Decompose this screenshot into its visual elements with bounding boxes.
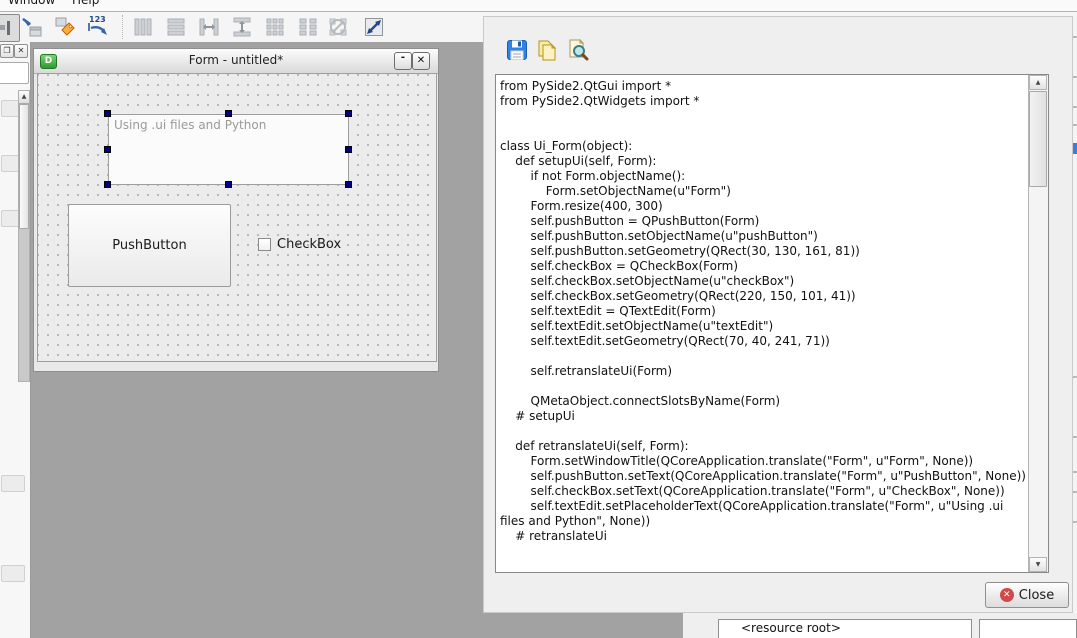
buddy-tag-icon bbox=[53, 15, 77, 39]
menu-help[interactable]: Help bbox=[72, 0, 99, 7]
property-editor-sliver bbox=[1073, 16, 1077, 613]
adjust-size-icon bbox=[362, 15, 386, 39]
code-text[interactable]: from PySide2.QtGui import * from PySide2… bbox=[496, 75, 1029, 572]
checkbox-label: CheckBox bbox=[277, 237, 341, 252]
form-textedit-widget[interactable]: Using .ui files and Python bbox=[108, 114, 349, 185]
find-icon bbox=[566, 38, 590, 62]
close-circle-icon: ✕ bbox=[1000, 588, 1014, 602]
pushbutton-label: PushButton bbox=[112, 238, 186, 253]
code-scroll-thumb[interactable] bbox=[1029, 91, 1047, 187]
edit-buddies-button[interactable] bbox=[52, 14, 78, 40]
find-in-code-button[interactable] bbox=[565, 37, 591, 63]
signals-slots-icon bbox=[19, 15, 43, 39]
code-scroll-up-icon[interactable]: ▲ bbox=[1029, 75, 1047, 90]
form-editor-window: D Form - untitled* - ✕ Using .ui files a… bbox=[33, 48, 439, 372]
toolbar-separator bbox=[122, 15, 124, 39]
edit-tab-order-button[interactable]: 123 bbox=[86, 14, 112, 40]
form-close-button[interactable]: ✕ bbox=[412, 52, 430, 70]
edit-widgets-button[interactable] bbox=[0, 14, 20, 42]
menu-bar: Window Help bbox=[0, 0, 1077, 12]
scroll-up-icon[interactable]: ▲ bbox=[19, 91, 29, 104]
save-icon bbox=[506, 39, 528, 61]
close-dialog-button[interactable]: ✕ Close bbox=[985, 582, 1069, 608]
qt-designer-screen: Window Help bbox=[0, 0, 1077, 638]
layout-horizontal-button[interactable] bbox=[130, 14, 156, 40]
layout-form-icon bbox=[296, 15, 320, 39]
edit-widgets-icon bbox=[0, 19, 15, 37]
selection-handle-top-left[interactable] bbox=[104, 110, 111, 117]
resource-root-item[interactable]: <resource root> bbox=[718, 619, 972, 638]
dock-float-button[interactable]: ❐ bbox=[0, 44, 14, 58]
layout-form-button[interactable] bbox=[295, 14, 321, 40]
resource-side-pane[interactable] bbox=[979, 619, 1077, 638]
dock-close-button[interactable]: ✕ bbox=[14, 44, 28, 58]
widget-box-panel: ❐ ✕ ▲ bbox=[0, 42, 31, 638]
layout-split-vertical-icon bbox=[230, 15, 254, 39]
selection-handle-bottom-right[interactable] bbox=[345, 181, 352, 188]
layout-split-horizontal-button[interactable] bbox=[196, 14, 222, 40]
layout-split-horizontal-icon bbox=[197, 15, 221, 39]
save-code-button[interactable] bbox=[504, 37, 530, 63]
selection-handle-top-center[interactable] bbox=[225, 110, 232, 117]
tab-order-icon: 123 bbox=[87, 15, 111, 39]
menu-window[interactable]: Window bbox=[8, 0, 55, 7]
layout-vertical-button[interactable] bbox=[163, 14, 189, 40]
widget-box-scroll-thumb[interactable] bbox=[19, 104, 29, 229]
resource-browser-panel: <resource root> bbox=[683, 613, 1077, 638]
selection-handle-mid-right[interactable] bbox=[345, 146, 352, 153]
form-pushbutton-widget[interactable]: PushButton bbox=[68, 204, 231, 287]
checkbox-indicator[interactable] bbox=[258, 238, 271, 251]
form-checkbox-widget[interactable]: CheckBox bbox=[258, 224, 359, 265]
break-layout-button[interactable] bbox=[325, 14, 351, 40]
copy-code-button[interactable] bbox=[534, 37, 560, 63]
form-window-titlebar[interactable]: D Form - untitled* - ✕ bbox=[34, 49, 438, 74]
widget-box-scrollbar[interactable]: ▲ bbox=[18, 90, 30, 382]
edit-signals-slots-button[interactable] bbox=[18, 14, 44, 40]
break-layout-icon bbox=[326, 15, 350, 39]
property-selected-row-sliver bbox=[1073, 143, 1077, 154]
form-window-title: Form - untitled* bbox=[34, 53, 438, 67]
copy-icon bbox=[536, 39, 558, 61]
widget-box-item[interactable] bbox=[1, 565, 25, 582]
form-minimize-button[interactable]: - bbox=[394, 52, 412, 70]
selection-handle-top-right[interactable] bbox=[345, 110, 352, 117]
widget-box-item[interactable] bbox=[1, 475, 25, 492]
layout-horizontal-icon bbox=[131, 15, 155, 39]
selection-handle-mid-left[interactable] bbox=[104, 146, 111, 153]
selection-handle-bottom-center[interactable] bbox=[225, 181, 232, 188]
code-scroll-down-icon[interactable]: ▼ bbox=[1029, 557, 1047, 572]
layout-split-vertical-button[interactable] bbox=[229, 14, 255, 40]
generated-code-view[interactable]: from PySide2.QtGui import * from PySide2… bbox=[495, 74, 1049, 573]
widget-filter-input[interactable] bbox=[0, 62, 29, 84]
layout-grid-icon bbox=[263, 15, 287, 39]
adjust-size-button[interactable] bbox=[361, 14, 387, 40]
code-scrollbar[interactable]: ▲ ▼ bbox=[1028, 75, 1048, 572]
form-canvas[interactable]: Using .ui files and Python PushButton Ch… bbox=[37, 73, 437, 362]
selection-handle-bottom-left[interactable] bbox=[104, 181, 111, 188]
code-preview-dialog: from PySide2.QtGui import * from PySide2… bbox=[483, 16, 1073, 613]
layout-vertical-icon bbox=[164, 15, 188, 39]
close-button-label: Close bbox=[1019, 588, 1054, 603]
layout-grid-button[interactable] bbox=[262, 14, 288, 40]
